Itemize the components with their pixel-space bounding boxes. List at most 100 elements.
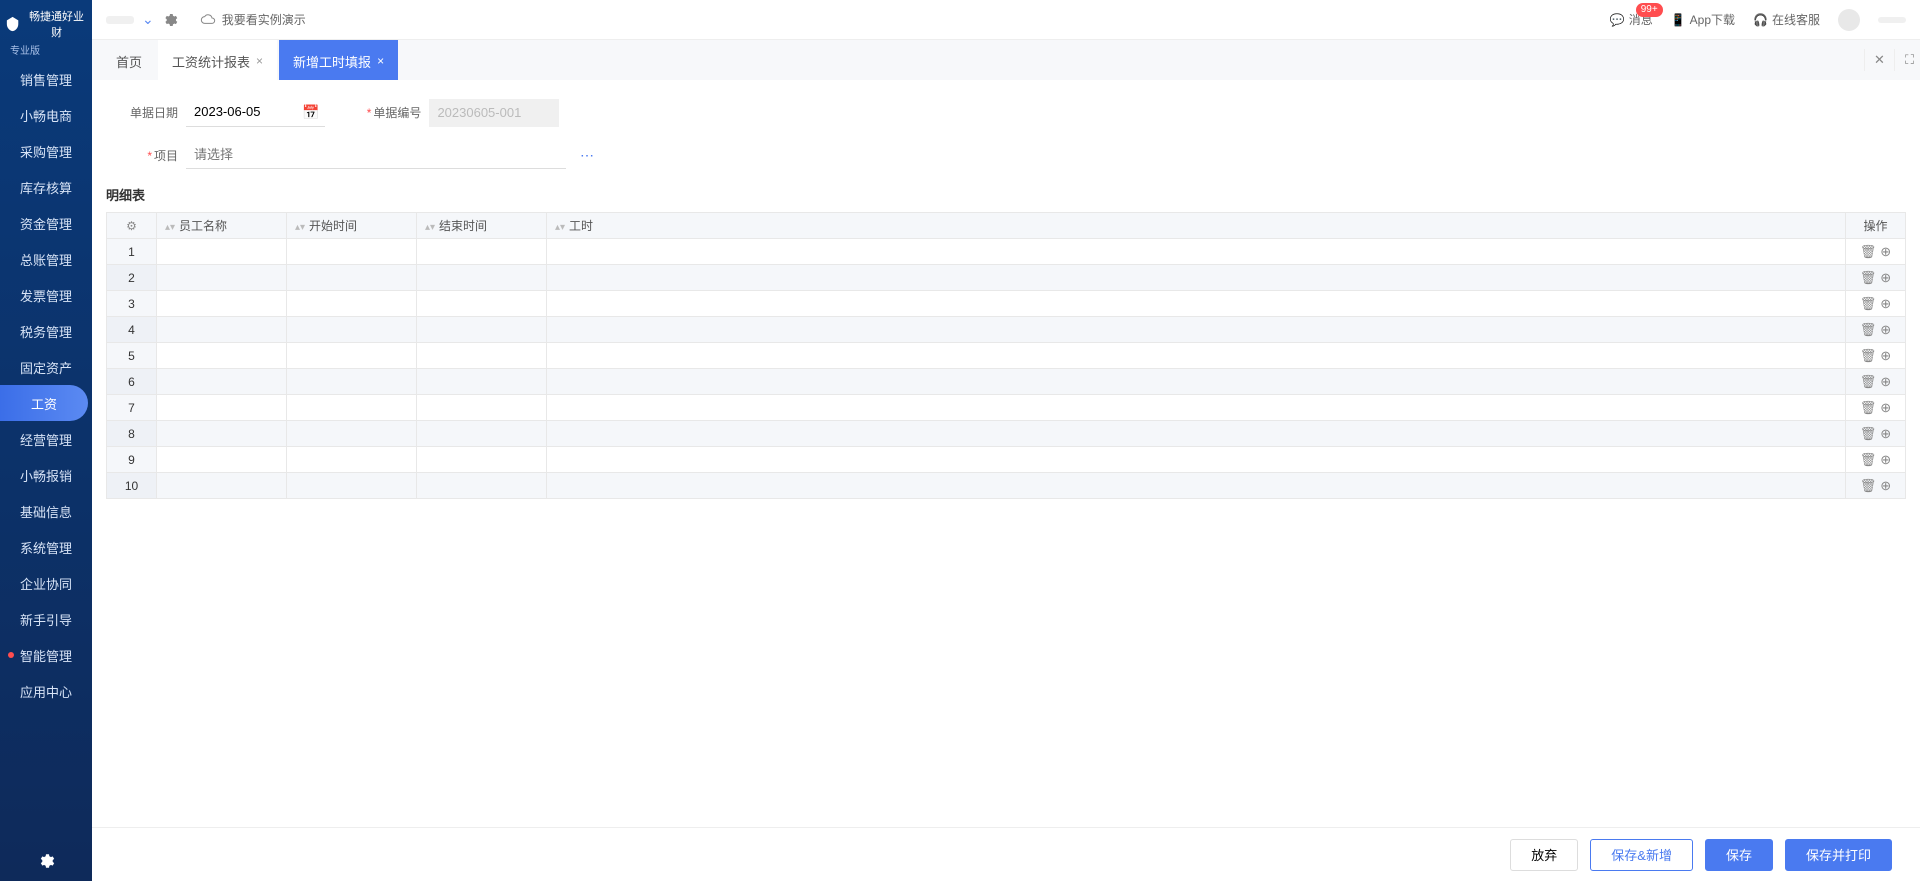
sidebar-item[interactable]: 发票管理 [0, 277, 92, 313]
sidebar-item[interactable]: 智能管理 [0, 637, 92, 673]
cell[interactable] [287, 291, 417, 317]
tab[interactable]: 首页 [102, 40, 156, 80]
cell[interactable] [157, 239, 287, 265]
delete-row-icon[interactable]: 🗑 [1860, 322, 1877, 337]
save-button[interactable]: 保存 [1705, 839, 1773, 871]
header-hours[interactable]: ▴▾工时 [547, 213, 1846, 239]
cell[interactable] [417, 291, 547, 317]
delete-row-icon[interactable]: 🗑 [1860, 244, 1877, 259]
cell[interactable] [157, 265, 287, 291]
header-gear[interactable]: ⚙ [107, 213, 157, 239]
sidebar-item[interactable]: 资金管理 [0, 205, 92, 241]
cell[interactable] [547, 395, 1846, 421]
cell[interactable] [417, 343, 547, 369]
cell[interactable] [547, 317, 1846, 343]
delete-row-icon[interactable]: 🗑 [1860, 452, 1877, 467]
discard-button[interactable]: 放弃 [1510, 839, 1578, 871]
add-row-icon[interactable]: ⊕ [1880, 426, 1891, 441]
cell[interactable] [157, 447, 287, 473]
cell[interactable] [417, 265, 547, 291]
cell[interactable] [287, 421, 417, 447]
sidebar-item[interactable]: 新手引导 [0, 601, 92, 637]
cell[interactable] [547, 265, 1846, 291]
cell[interactable] [547, 369, 1846, 395]
save-print-button[interactable]: 保存并打印 [1785, 839, 1892, 871]
sidebar-item[interactable]: 库存核算 [0, 169, 92, 205]
delete-row-icon[interactable]: 🗑 [1860, 426, 1877, 441]
close-all-tabs-icon[interactable]: ✕ [1864, 49, 1886, 71]
sidebar-item[interactable]: 采购管理 [0, 133, 92, 169]
tab[interactable]: 新增工时填报× [279, 40, 398, 80]
close-icon[interactable]: × [377, 54, 384, 68]
cell[interactable] [157, 343, 287, 369]
sidebar-item[interactable]: 税务管理 [0, 313, 92, 349]
calendar-icon[interactable]: 📅 [296, 104, 325, 121]
header-start[interactable]: ▴▾开始时间 [287, 213, 417, 239]
cell[interactable] [547, 239, 1846, 265]
delete-row-icon[interactable]: 🗑 [1860, 270, 1877, 285]
org-settings-icon[interactable] [162, 12, 178, 28]
more-icon[interactable]: ⋯ [580, 147, 595, 164]
cell[interactable] [287, 317, 417, 343]
cell[interactable] [417, 421, 547, 447]
date-input[interactable] [186, 98, 296, 126]
add-row-icon[interactable]: ⊕ [1880, 452, 1891, 467]
save-new-button[interactable]: 保存&新增 [1590, 839, 1693, 871]
cell[interactable] [547, 421, 1846, 447]
sidebar-item[interactable]: 固定资产 [0, 349, 92, 385]
cell[interactable] [157, 395, 287, 421]
cell[interactable] [547, 473, 1846, 499]
chevron-down-icon[interactable]: ⌄ [142, 11, 154, 28]
sidebar-item[interactable]: 系统管理 [0, 529, 92, 565]
delete-row-icon[interactable]: 🗑 [1860, 478, 1877, 493]
avatar[interactable] [1838, 9, 1860, 31]
close-icon[interactable]: × [256, 54, 263, 68]
add-row-icon[interactable]: ⊕ [1880, 244, 1891, 259]
cell[interactable] [417, 395, 547, 421]
cell[interactable] [417, 447, 547, 473]
cell[interactable] [287, 447, 417, 473]
add-row-icon[interactable]: ⊕ [1880, 270, 1891, 285]
sidebar-item[interactable]: 小畅报销 [0, 457, 92, 493]
cell[interactable] [547, 447, 1846, 473]
sidebar-item[interactable]: 工资 [0, 385, 88, 421]
sidebar-settings[interactable] [0, 841, 92, 881]
app-download-button[interactable]: 📱 App下载 [1671, 11, 1735, 28]
cell[interactable] [287, 395, 417, 421]
cell[interactable] [157, 369, 287, 395]
cell[interactable] [547, 343, 1846, 369]
sidebar-item[interactable]: 总账管理 [0, 241, 92, 277]
delete-row-icon[interactable]: 🗑 [1860, 296, 1877, 311]
cell[interactable] [547, 291, 1846, 317]
cell[interactable] [157, 291, 287, 317]
cell[interactable] [157, 421, 287, 447]
sidebar-item[interactable]: 基础信息 [0, 493, 92, 529]
sidebar-item[interactable]: 经营管理 [0, 421, 92, 457]
add-row-icon[interactable]: ⊕ [1880, 478, 1891, 493]
cell[interactable] [417, 369, 547, 395]
sidebar-item[interactable]: 小畅电商 [0, 97, 92, 133]
delete-row-icon[interactable]: 🗑 [1860, 400, 1877, 415]
delete-row-icon[interactable]: 🗑 [1860, 374, 1877, 389]
add-row-icon[interactable]: ⊕ [1880, 374, 1891, 389]
add-row-icon[interactable]: ⊕ [1880, 322, 1891, 337]
cell[interactable] [157, 473, 287, 499]
add-row-icon[interactable]: ⊕ [1880, 400, 1891, 415]
add-row-icon[interactable]: ⊕ [1880, 348, 1891, 363]
cell[interactable] [417, 317, 547, 343]
cell[interactable] [287, 369, 417, 395]
cell[interactable] [417, 473, 547, 499]
org-selector[interactable] [106, 16, 134, 24]
cell[interactable] [287, 473, 417, 499]
header-employee[interactable]: ▴▾员工名称 [157, 213, 287, 239]
user-name[interactable] [1878, 17, 1906, 23]
sidebar-item[interactable]: 销售管理 [0, 61, 92, 97]
cell[interactable] [157, 317, 287, 343]
message-button[interactable]: 💬 消息 99+ [1610, 11, 1653, 28]
cell[interactable] [417, 239, 547, 265]
project-input[interactable] [186, 141, 566, 169]
cell[interactable] [287, 265, 417, 291]
header-end[interactable]: ▴▾结束时间 [417, 213, 547, 239]
fullscreen-icon[interactable]: ⛶ [1894, 49, 1916, 71]
add-row-icon[interactable]: ⊕ [1880, 296, 1891, 311]
